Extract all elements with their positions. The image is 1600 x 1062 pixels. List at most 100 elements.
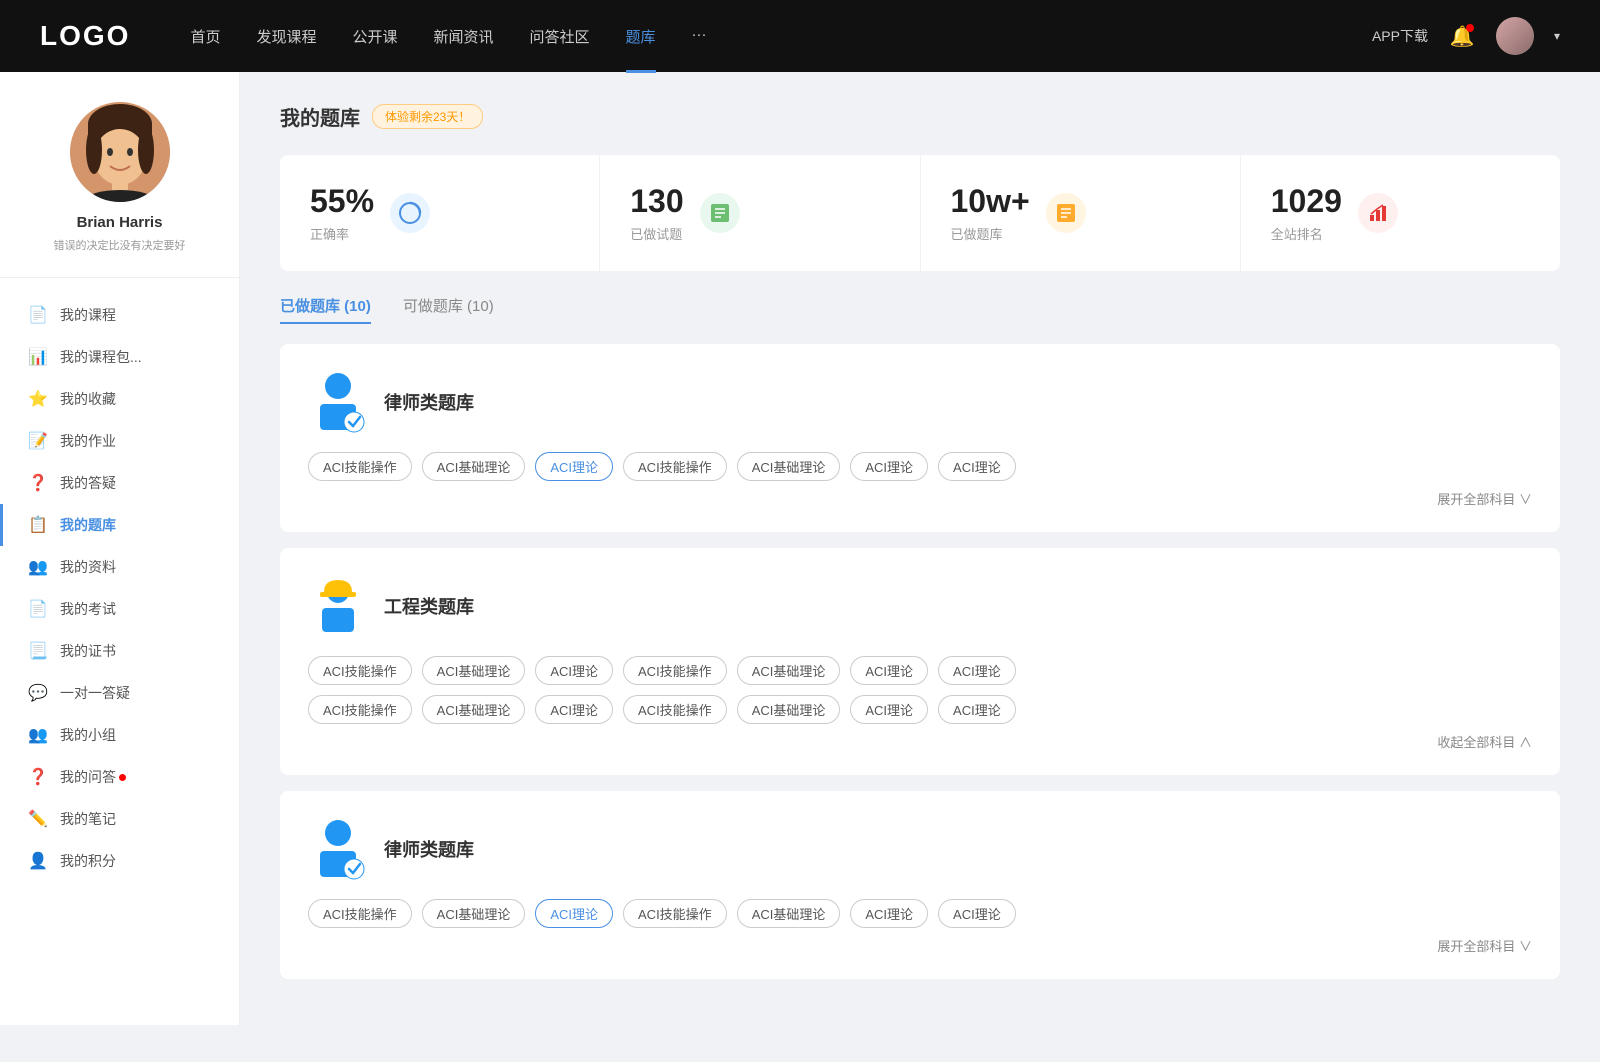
sidebar-item-favorites[interactable]: ⭐ 我的收藏 <box>0 378 239 420</box>
bank-tag-1-0[interactable]: ACI技能操作 <box>308 656 412 685</box>
bank-name-0: 律师类题库 <box>384 389 474 415</box>
bank-expand-0[interactable]: 展开全部科目 ∨ <box>308 489 1532 508</box>
groups-icon: 👥 <box>28 725 48 745</box>
done-banks-value: 10w+ <box>951 183 1030 220</box>
bank-tag-2-3[interactable]: ACI技能操作 <box>623 899 727 928</box>
sidebar-item-bank[interactable]: 📋 我的题库 <box>0 504 239 546</box>
certificate-icon: 📃 <box>28 641 48 661</box>
bank-tag-2-5[interactable]: ACI理论 <box>850 899 928 928</box>
engineer-icon-1 <box>308 572 368 640</box>
notification-dot <box>1466 24 1474 32</box>
homework-icon: 📝 <box>28 431 48 451</box>
sidebar-item-notes[interactable]: ✏️ 我的笔记 <box>0 798 239 840</box>
favorites-icon: ⭐ <box>28 389 48 409</box>
bank-tag-2-2[interactable]: ACI理论 <box>535 899 613 928</box>
sidebar-item-course-pack[interactable]: 📊 我的课程包... <box>0 336 239 378</box>
bank-tag-2-1[interactable]: ACI基础理论 <box>422 899 526 928</box>
points-icon: 👤 <box>28 851 48 871</box>
answers-icon: ❓ <box>28 473 48 493</box>
nav-home[interactable]: 首页 <box>190 26 220 47</box>
done-questions-icon <box>700 193 740 233</box>
stat-done-banks: 10w+ 已做题库 <box>921 155 1241 271</box>
bank-tag-0-2[interactable]: ACI理论 <box>535 452 613 481</box>
bank-tags-row1-1: ACI技能操作 ACI基础理论 ACI理论 ACI技能操作 ACI基础理论 AC… <box>308 656 1532 685</box>
bank-tag-1-6[interactable]: ACI理论 <box>938 656 1016 685</box>
bank-tag-1-r2-4[interactable]: ACI基础理论 <box>737 695 841 724</box>
profile-avatar <box>70 102 170 202</box>
bank-tag-1-3[interactable]: ACI技能操作 <box>623 656 727 685</box>
main-content: 我的题库 体验剩余23天！ 55% 正确率 130 <box>240 72 1600 1025</box>
bank-section-1: 工程类题库 ACI技能操作 ACI基础理论 ACI理论 ACI技能操作 ACI基… <box>280 548 1560 775</box>
chevron-down-icon[interactable]: ▾ <box>1554 29 1560 43</box>
sidebar-item-profile[interactable]: 👥 我的资料 <box>0 546 239 588</box>
trial-badge: 体验剩余23天！ <box>372 104 483 129</box>
bank-tag-1-r2-2[interactable]: ACI理论 <box>535 695 613 724</box>
tabs-row: 已做题库 (10) 可做题库 (10) <box>280 295 1560 324</box>
sidebar-item-exams[interactable]: 📄 我的考试 <box>0 588 239 630</box>
qna-dot <box>119 774 126 781</box>
stat-accuracy: 55% 正确率 <box>280 155 600 271</box>
stat-rank: 1029 全站排名 <box>1241 155 1560 271</box>
bank-tag-0-6[interactable]: ACI理论 <box>938 452 1016 481</box>
avatar-image <box>1496 17 1534 55</box>
bank-tag-2-0[interactable]: ACI技能操作 <box>308 899 412 928</box>
profile-name: Brian Harris <box>77 214 163 231</box>
avatar[interactable] <box>1496 17 1534 55</box>
rank-value: 1029 <box>1271 183 1342 220</box>
bank-tag-1-1[interactable]: ACI基础理论 <box>422 656 526 685</box>
bank-tags-0: ACI技能操作 ACI基础理论 ACI理论 ACI技能操作 ACI基础理论 AC… <box>308 452 1532 481</box>
bank-tag-1-r2-3[interactable]: ACI技能操作 <box>623 695 727 724</box>
tab-available-banks[interactable]: 可做题库 (10) <box>403 295 494 324</box>
bank-expand-1[interactable]: 收起全部科目 ∧ <box>308 732 1532 751</box>
stat-done-questions: 130 已做试题 <box>600 155 920 271</box>
profile-motto: 错误的决定比没有决定要好 <box>54 237 186 253</box>
sidebar-item-certificate[interactable]: 📃 我的证书 <box>0 630 239 672</box>
navbar-links: 首页 发现课程 公开课 新闻资讯 问答社区 题库 ··· <box>190 26 1372 47</box>
nav-qa[interactable]: 问答社区 <box>530 26 590 47</box>
bank-tag-0-4[interactable]: ACI基础理论 <box>737 452 841 481</box>
tutoring-icon: 💬 <box>28 683 48 703</box>
accuracy-label: 正确率 <box>310 224 374 243</box>
bank-expand-2[interactable]: 展开全部科目 ∨ <box>308 936 1532 955</box>
nav-open-course[interactable]: 公开课 <box>352 26 397 47</box>
notification-bell[interactable]: 🔔 <box>1448 22 1476 50</box>
sidebar-item-groups[interactable]: 👥 我的小组 <box>0 714 239 756</box>
tab-done-banks[interactable]: 已做题库 (10) <box>280 295 371 324</box>
sidebar-item-qna[interactable]: ❓ 我的问答 <box>0 756 239 798</box>
sidebar-item-tutoring[interactable]: 💬 一对一答疑 <box>0 672 239 714</box>
done-questions-value: 130 <box>630 183 683 220</box>
sidebar-item-answers[interactable]: ❓ 我的答疑 <box>0 462 239 504</box>
bank-tag-0-3[interactable]: ACI技能操作 <box>623 452 727 481</box>
bank-tag-1-r2-5[interactable]: ACI理论 <box>850 695 928 724</box>
bank-tag-1-r2-0[interactable]: ACI技能操作 <box>308 695 412 724</box>
lawyer-icon-0 <box>308 368 368 436</box>
nav-bank[interactable]: 题库 <box>626 26 656 47</box>
page-title: 我的题库 <box>280 102 360 131</box>
bank-tags-2: ACI技能操作 ACI基础理论 ACI理论 ACI技能操作 ACI基础理论 AC… <box>308 899 1532 928</box>
bank-tag-2-6[interactable]: ACI理论 <box>938 899 1016 928</box>
done-banks-icon <box>1046 193 1086 233</box>
bank-tag-0-1[interactable]: ACI基础理论 <box>422 452 526 481</box>
sidebar-menu: 📄 我的课程 📊 我的课程包... ⭐ 我的收藏 📝 我的作业 ❓ 我的答疑 📋 <box>0 294 239 882</box>
nav-news[interactable]: 新闻资讯 <box>434 26 494 47</box>
bank-tag-1-r2-6[interactable]: ACI理论 <box>938 695 1016 724</box>
page-header: 我的题库 体验剩余23天！ <box>280 102 1560 131</box>
bank-tag-1-r2-1[interactable]: ACI基础理论 <box>422 695 526 724</box>
app-download-button[interactable]: APP下载 <box>1372 26 1428 46</box>
bank-icon: 📋 <box>28 515 48 535</box>
nav-discover[interactable]: 发现课程 <box>256 26 316 47</box>
bank-tag-0-5[interactable]: ACI理论 <box>850 452 928 481</box>
navbar-right: APP下载 🔔 ▾ <box>1372 17 1560 55</box>
bank-header-0: 律师类题库 <box>308 368 1532 436</box>
sidebar-item-courses[interactable]: 📄 我的课程 <box>0 294 239 336</box>
nav-more[interactable]: ··· <box>692 26 707 47</box>
bank-tag-1-4[interactable]: ACI基础理论 <box>737 656 841 685</box>
done-questions-label: 已做试题 <box>630 224 683 243</box>
bank-tag-0-0[interactable]: ACI技能操作 <box>308 452 412 481</box>
bank-tag-1-5[interactable]: ACI理论 <box>850 656 928 685</box>
bank-tag-2-4[interactable]: ACI基础理论 <box>737 899 841 928</box>
bank-tag-1-2[interactable]: ACI理论 <box>535 656 613 685</box>
sidebar-item-points[interactable]: 👤 我的积分 <box>0 840 239 882</box>
sidebar-item-homework[interactable]: 📝 我的作业 <box>0 420 239 462</box>
bank-header-2: 律师类题库 <box>308 815 1532 883</box>
